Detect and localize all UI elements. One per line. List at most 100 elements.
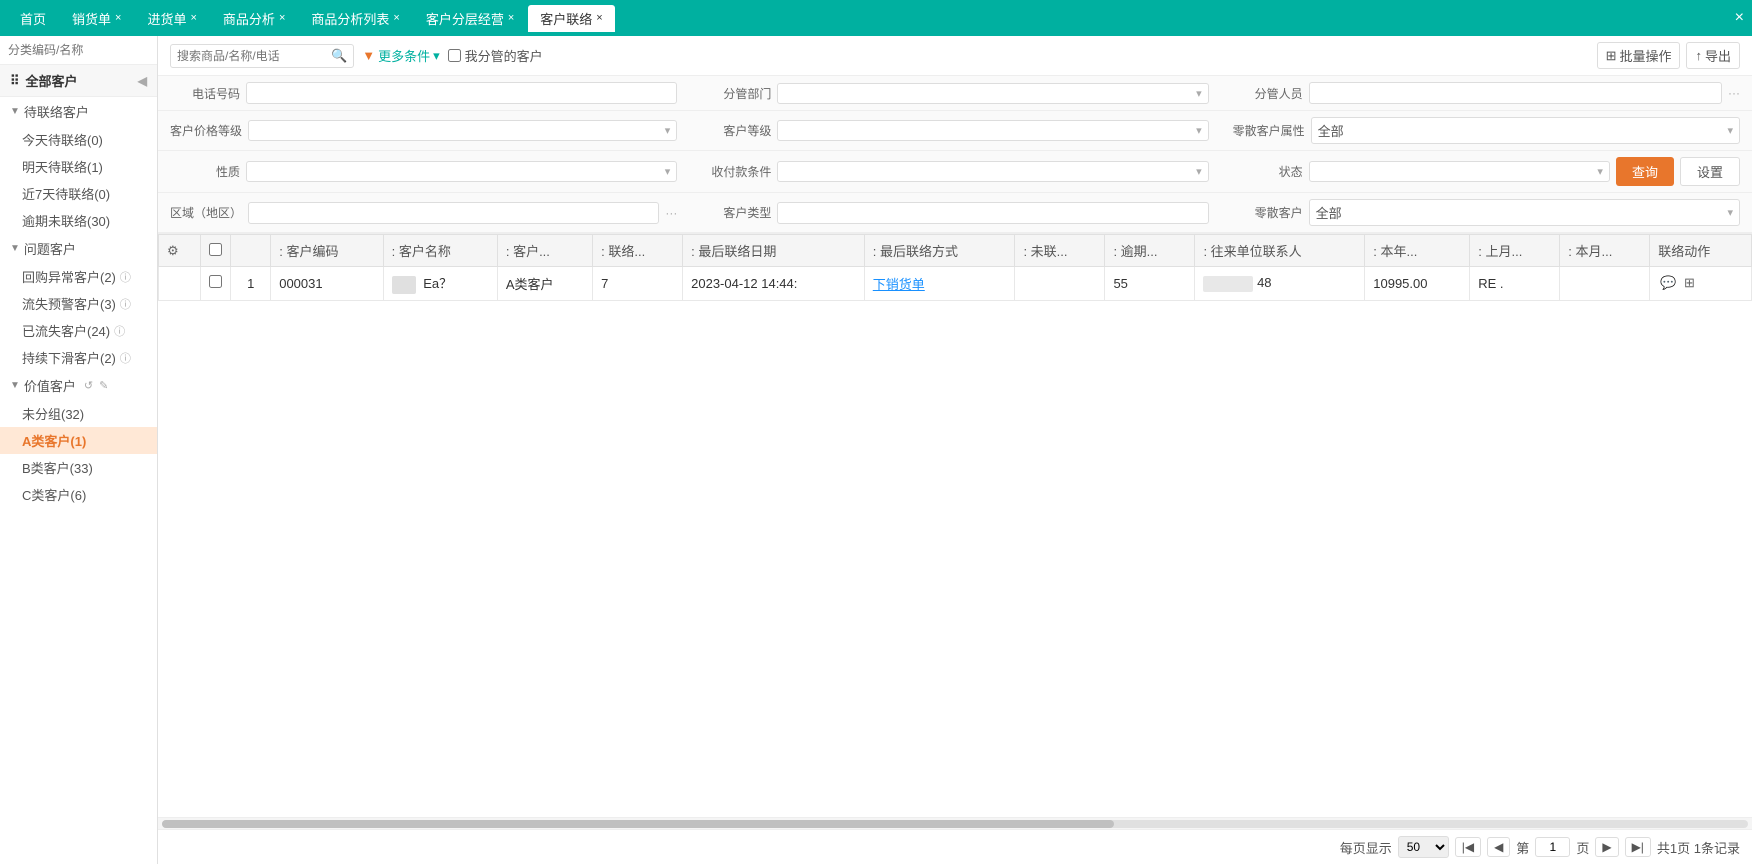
nav-tab-analysis-list[interactable]: 商品分析列表 × bbox=[299, 5, 411, 32]
all-customers-header[interactable]: ⠿ 全部客户 ◀ bbox=[0, 65, 157, 97]
filter-select-retail-value: 全部 bbox=[1316, 203, 1342, 222]
sidebar-item-today-label: 今天待联络(0) bbox=[22, 130, 103, 149]
collapse-icon[interactable]: ◀ bbox=[138, 74, 147, 88]
sidebar-search-bar: 🔍 bbox=[0, 36, 157, 65]
page-input[interactable] bbox=[1535, 837, 1570, 857]
scrollbar-track[interactable] bbox=[162, 820, 1748, 828]
sidebar-item-tomorrow[interactable]: 明天待联络(1) bbox=[0, 153, 157, 180]
chevron-down-retail: ▾ bbox=[1727, 206, 1733, 219]
filter-row-retail-attr: 零散客户属性 全部 ▾ bbox=[1221, 111, 1752, 151]
filter-input-manager[interactable] bbox=[1309, 82, 1722, 104]
query-button[interactable]: 查询 bbox=[1616, 157, 1674, 186]
prev-page-btn[interactable]: ◀ bbox=[1487, 837, 1510, 857]
sidebar-item-a-class[interactable]: A类客户(1) bbox=[0, 427, 157, 454]
filter-input-region[interactable] bbox=[248, 202, 659, 224]
page-size-select[interactable]: 50 100 200 bbox=[1398, 836, 1449, 858]
filter-search-icon[interactable]: 🔍 bbox=[331, 48, 347, 64]
th-name[interactable]: : 客户名称 bbox=[383, 235, 497, 267]
td-num: 1 bbox=[231, 267, 271, 301]
main-layout: 🔍 ⠿ 全部客户 ◀ ▼ 待联络客户 今天待联络(0) 明天待联络(1) 近7天… bbox=[0, 36, 1752, 864]
refresh-icon[interactable]: ↺ bbox=[84, 379, 93, 392]
nav-tab-customer-tier[interactable]: 客户分层经营 × bbox=[414, 5, 526, 32]
chat-action-icon[interactable]: 💬 bbox=[1660, 275, 1676, 290]
sidebar-item-7days[interactable]: 近7天待联络(0) bbox=[0, 180, 157, 207]
filter-select-customer-level[interactable]: ▾ bbox=[777, 120, 1208, 141]
sidebar-item-b-class[interactable]: B类客户(33) bbox=[0, 454, 157, 481]
filter-label-payment: 收付款条件 bbox=[701, 163, 771, 180]
my-customers-checkbox[interactable] bbox=[448, 49, 461, 62]
row-checkbox[interactable] bbox=[209, 275, 222, 288]
th-level[interactable]: : 客户... bbox=[497, 235, 592, 267]
th-uncontacted[interactable]: : 未联... bbox=[1015, 235, 1105, 267]
sidebar-item-ungrouped[interactable]: 未分组(32) bbox=[0, 400, 157, 427]
sidebar-search-input[interactable] bbox=[8, 43, 158, 57]
sidebar-group-value-label: 价值客户 bbox=[24, 376, 76, 395]
grid-action-icon[interactable]: ⊞ bbox=[1684, 275, 1695, 290]
select-all-checkbox[interactable] bbox=[209, 243, 222, 256]
sidebar-item-c-class[interactable]: C类客户(6) bbox=[0, 481, 157, 508]
nav-tab-home[interactable]: 首页 bbox=[8, 5, 58, 32]
th-last-date[interactable]: : 最后联络日期 bbox=[683, 235, 865, 267]
next-page-btn[interactable]: ▶ bbox=[1595, 837, 1618, 857]
customer-avatar bbox=[392, 276, 416, 294]
filter-select-retail[interactable]: 全部 ▾ bbox=[1309, 199, 1740, 226]
nav-tab-analysis-list-close[interactable]: × bbox=[393, 12, 399, 24]
th-this-year[interactable]: : 本年... bbox=[1365, 235, 1470, 267]
filter-select-status[interactable]: ▾ bbox=[1309, 161, 1610, 182]
nav-tab-customer-contact[interactable]: 客户联络 × bbox=[528, 5, 614, 32]
sidebar-group-problem[interactable]: ▼ 问题客户 bbox=[0, 234, 157, 263]
close-all-button[interactable]: × bbox=[1735, 9, 1744, 27]
nav-tab-sales[interactable]: 销货单 × bbox=[60, 5, 133, 32]
batch-op-button[interactable]: ⊞ 批量操作 bbox=[1597, 42, 1681, 69]
th-contacts[interactable]: : 联络... bbox=[593, 235, 683, 267]
nav-tab-customer-tier-close[interactable]: × bbox=[508, 12, 514, 24]
settings-button[interactable]: 设置 bbox=[1680, 157, 1740, 186]
filter-label-customer-type: 客户类型 bbox=[701, 204, 771, 221]
edit-icon[interactable]: ✎ bbox=[99, 379, 108, 392]
sidebar-group-pending[interactable]: ▼ 待联络客户 bbox=[0, 97, 157, 126]
nav-tab-purchase-close[interactable]: × bbox=[190, 12, 196, 24]
sidebar-item-overdue[interactable]: 逾期未联络(30) bbox=[0, 207, 157, 234]
last-contact-method[interactable]: 下销货单 bbox=[873, 277, 925, 292]
sidebar-item-today[interactable]: 今天待联络(0) bbox=[0, 126, 157, 153]
sidebar-group-value[interactable]: ▼ 价值客户 ↺ ✎ bbox=[0, 371, 157, 400]
sidebar-item-declining-label: 持续下滑客户(2) bbox=[22, 348, 116, 367]
chevron-down-retail-attr: ▾ bbox=[1727, 124, 1733, 137]
th-last-month[interactable]: : 上月... bbox=[1470, 235, 1560, 267]
manager-dots-btn[interactable]: ··· bbox=[1728, 86, 1740, 100]
th-unit-contacts[interactable]: : 往来单位联系人 bbox=[1195, 235, 1365, 267]
nav-tab-analysis-close[interactable]: × bbox=[279, 12, 285, 24]
horizontal-scrollbar[interactable] bbox=[158, 817, 1752, 829]
th-gear[interactable]: ⚙ bbox=[159, 235, 201, 267]
filter-select-price-level[interactable]: ▾ bbox=[248, 120, 677, 141]
sidebar-item-c-class-label: C类客户(6) bbox=[22, 485, 86, 504]
filter-select-nature[interactable]: ▾ bbox=[246, 161, 677, 182]
nav-tab-analysis[interactable]: 商品分析 × bbox=[211, 5, 297, 32]
filter-row-phone: 电话号码 bbox=[158, 76, 689, 111]
region-dots-btn[interactable]: ··· bbox=[665, 206, 677, 220]
sidebar-item-declining[interactable]: 持续下滑客户(2) ⓘ bbox=[0, 344, 157, 371]
sidebar-item-repurchase-anomaly[interactable]: 回购异常客户(2) ⓘ bbox=[0, 263, 157, 290]
nav-tab-purchase[interactable]: 进货单 × bbox=[135, 5, 208, 32]
scrollbar-thumb[interactable] bbox=[162, 820, 1114, 828]
nav-tab-sales-close[interactable]: × bbox=[115, 12, 121, 24]
filter-search-input[interactable] bbox=[177, 49, 327, 63]
chevron-down-price: ▾ bbox=[665, 124, 671, 137]
th-code[interactable]: : 客户编码 bbox=[271, 235, 383, 267]
filter-select-payment[interactable]: ▾ bbox=[777, 161, 1208, 182]
last-page-btn[interactable]: ▶| bbox=[1625, 837, 1651, 857]
filter-input-customer-type[interactable] bbox=[777, 202, 1208, 224]
th-last-method[interactable]: : 最后联络方式 bbox=[864, 235, 1015, 267]
sidebar-item-churn-warning[interactable]: 流失预警客户(3) ⓘ bbox=[0, 290, 157, 317]
first-page-btn[interactable]: |◀ bbox=[1455, 837, 1481, 857]
filter-more-btn[interactable]: ▼ 更多条件 ▾ bbox=[362, 46, 439, 65]
th-this-month[interactable]: : 本月... bbox=[1560, 235, 1650, 267]
filter-input-phone[interactable] bbox=[246, 82, 677, 104]
export-button[interactable]: ↑ 导出 bbox=[1686, 42, 1740, 69]
th-overdue[interactable]: : 逾期... bbox=[1105, 235, 1195, 267]
chevron-down-dept: ▾ bbox=[1196, 87, 1202, 100]
sidebar-item-churned[interactable]: 已流失客户(24) ⓘ bbox=[0, 317, 157, 344]
filter-select-retail-attr[interactable]: 全部 ▾ bbox=[1311, 117, 1740, 144]
filter-select-dept[interactable]: ▾ bbox=[777, 83, 1208, 104]
nav-tab-customer-contact-close[interactable]: × bbox=[596, 12, 602, 24]
